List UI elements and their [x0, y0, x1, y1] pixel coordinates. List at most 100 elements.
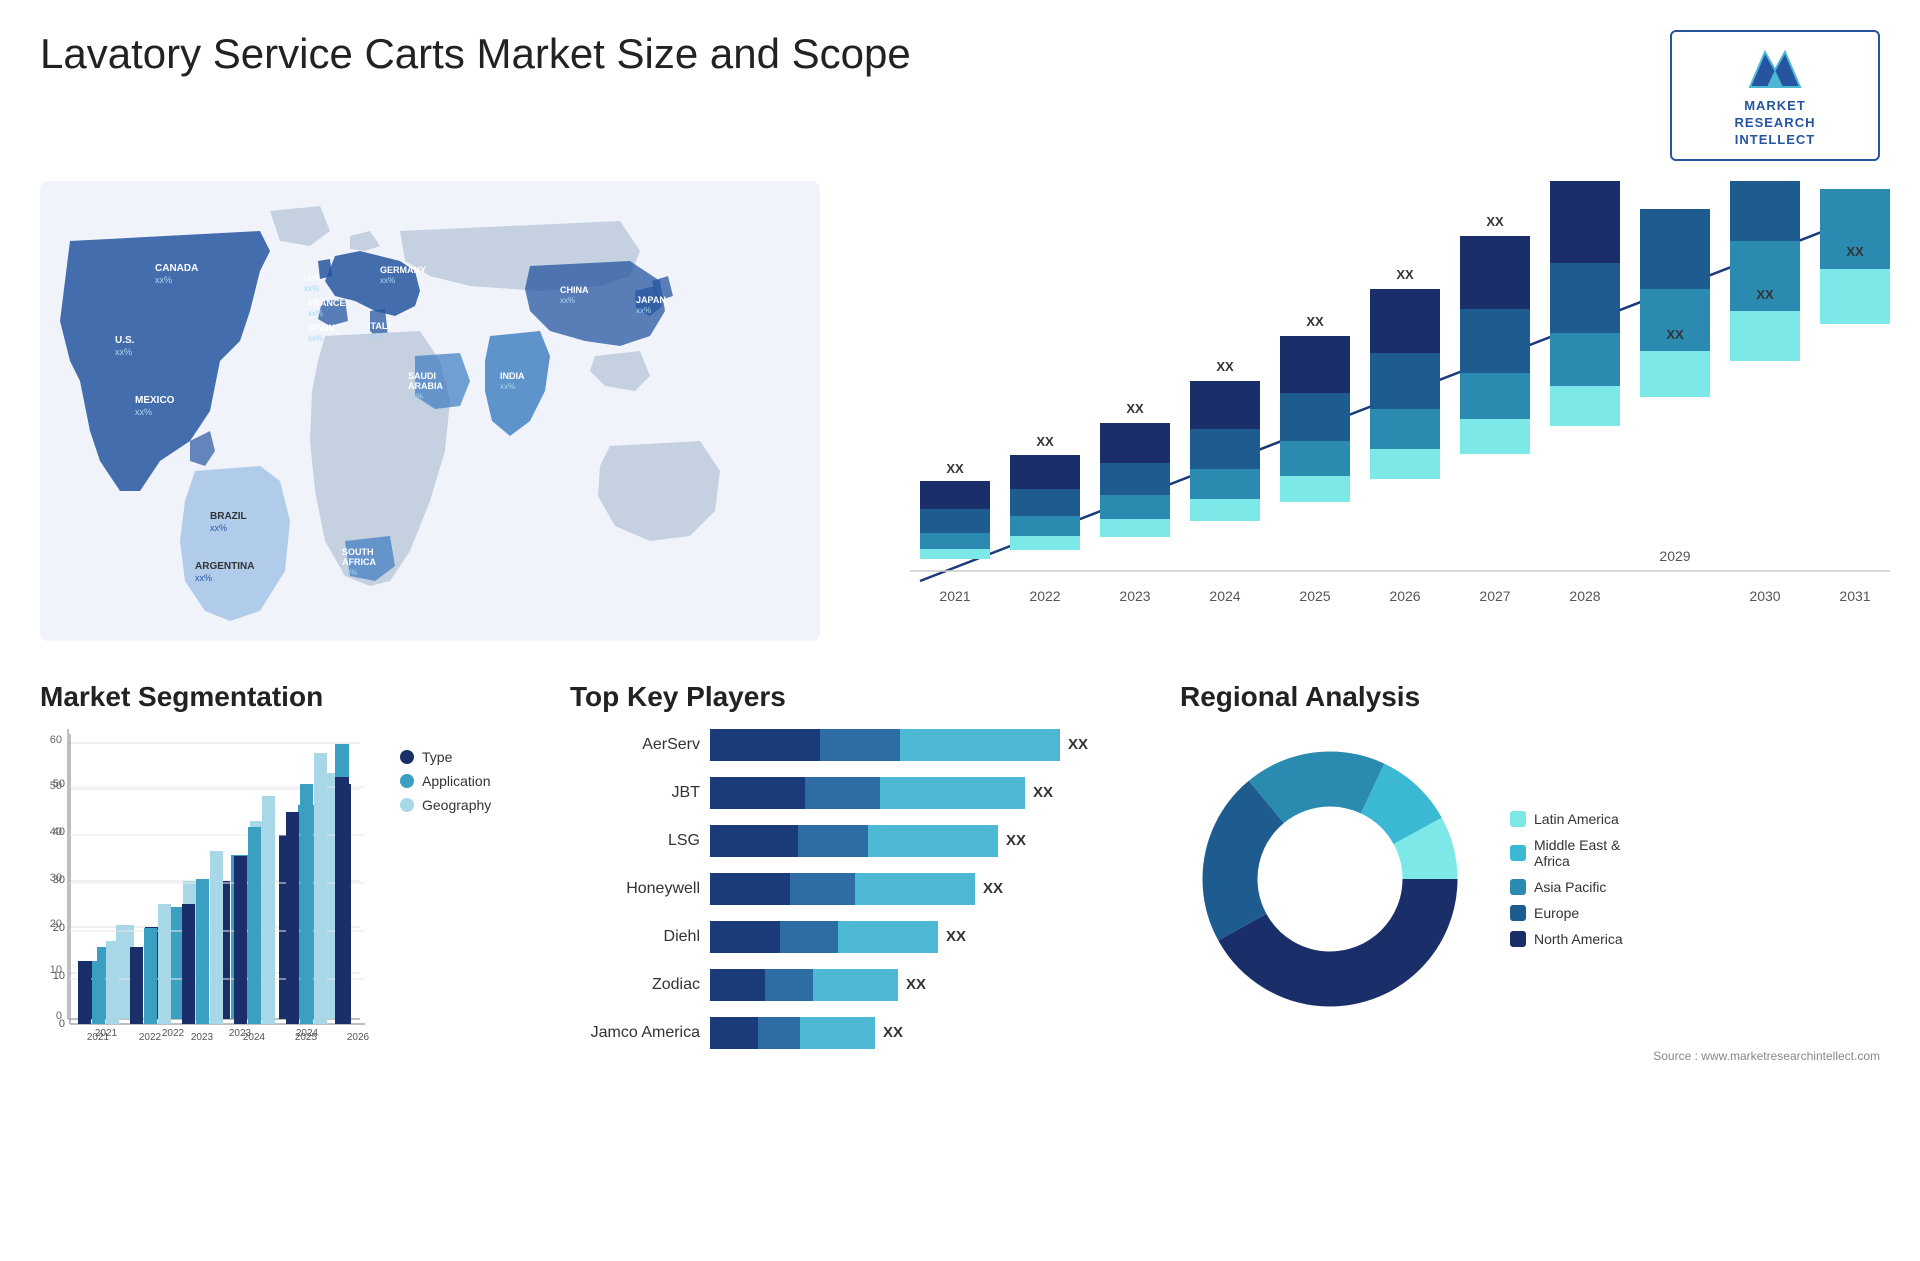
svg-text:ITALY: ITALY	[368, 321, 393, 331]
player-row-jbt: JBT XX	[570, 777, 1150, 809]
donut-chart-svg	[1180, 729, 1480, 1029]
player-bar-diehl: XX	[710, 921, 1150, 953]
seg-chart-svg-overlay: 0 10 20 30 40 50	[40, 729, 370, 1069]
players-section: Top Key Players AerServ XX	[570, 681, 1150, 1241]
svg-text:xx%: xx%	[155, 275, 172, 285]
svg-text:30: 30	[53, 874, 65, 886]
svg-text:2025: 2025	[1299, 588, 1330, 604]
svg-text:10: 10	[53, 970, 65, 982]
world-map-svg: CANADA xx% U.S. xx% MEXICO xx% BRAZIL xx…	[40, 181, 820, 641]
svg-text:50: 50	[53, 778, 65, 790]
svg-text:2021: 2021	[87, 1032, 110, 1043]
seg-legend: Type Application Geography	[400, 729, 491, 1069]
legend-color-latin	[1510, 811, 1526, 827]
bar-diehl	[710, 921, 938, 953]
player-bar-jamco: XX	[710, 1017, 1150, 1049]
svg-text:BRAZIL: BRAZIL	[210, 511, 247, 522]
svg-text:xx%: xx%	[408, 392, 423, 401]
svg-text:XX: XX	[1036, 434, 1054, 449]
player-bar-honeywell: XX	[710, 873, 1150, 905]
legend-label-application: Application	[422, 773, 491, 789]
player-label-jamco: XX	[883, 1024, 903, 1041]
svg-text:xx%: xx%	[210, 523, 227, 533]
player-label-aerserv: XX	[1068, 736, 1088, 753]
donut-container: Latin America Middle East &Africa Asia P…	[1180, 729, 1880, 1029]
bar-seg2	[790, 873, 855, 905]
svg-text:xx%: xx%	[342, 568, 357, 577]
legend-color-asia	[1510, 879, 1526, 895]
bar-seg1	[710, 777, 805, 809]
player-row-lsg: LSG XX	[570, 825, 1150, 857]
svg-text:xx%: xx%	[560, 296, 575, 305]
header: Lavatory Service Carts Market Size and S…	[40, 30, 1880, 161]
player-label-jbt: XX	[1033, 784, 1053, 801]
svg-text:2030: 2030	[1749, 588, 1780, 604]
bar-seg3	[855, 873, 975, 905]
player-row-aerserv: AerServ XX	[570, 729, 1150, 761]
svg-text:xx%: xx%	[500, 382, 515, 391]
svg-text:MEXICO: MEXICO	[135, 395, 175, 406]
svg-text:ARABIA: ARABIA	[408, 381, 443, 391]
svg-text:xx%: xx%	[304, 284, 319, 293]
bar-lsg	[710, 825, 998, 857]
legend-label-geography: Geography	[422, 797, 491, 813]
svg-text:XX: XX	[1396, 267, 1414, 282]
player-label-zodiac: XX	[906, 976, 926, 993]
legend-item-north-america: North America	[1510, 931, 1623, 947]
seg-chart-wrap: 0 10 20 30 40 50 60	[40, 729, 370, 1069]
svg-text:ARGENTINA: ARGENTINA	[195, 561, 254, 572]
svg-text:xx%: xx%	[135, 407, 152, 417]
svg-text:GERMANY: GERMANY	[380, 265, 426, 275]
legend-dot-application	[400, 774, 414, 788]
svg-text:XX: XX	[1216, 359, 1234, 374]
legend-label-asia: Asia Pacific	[1534, 879, 1606, 895]
svg-text:CHINA: CHINA	[560, 285, 589, 295]
bar-seg1	[710, 825, 798, 857]
svg-text:40: 40	[53, 826, 65, 838]
bar-jbt	[710, 777, 1025, 809]
svg-text:XX: XX	[1756, 287, 1774, 302]
svg-text:INDIA: INDIA	[500, 371, 525, 381]
svg-text:2022: 2022	[139, 1032, 162, 1043]
player-bar-zodiac: XX	[710, 969, 1150, 1001]
growth-chart-section: XX 2021 XX 2022 XX 2023	[850, 181, 1890, 661]
legend-dot-type	[400, 750, 414, 764]
legend-item-middle-east: Middle East &Africa	[1510, 837, 1623, 869]
legend-label-europe: Europe	[1534, 905, 1579, 921]
player-name-aerserv: AerServ	[570, 736, 700, 754]
top-row: CANADA xx% U.S. xx% MEXICO xx% BRAZIL xx…	[40, 181, 1880, 661]
svg-text:2031: 2031	[1839, 588, 1870, 604]
player-name-honeywell: Honeywell	[570, 880, 700, 898]
players-title: Top Key Players	[570, 681, 1150, 713]
logo-box: MARKET RESEARCH INTELLECT	[1670, 30, 1880, 161]
source-text: Source : www.marketresearchintellect.com	[1180, 1049, 1880, 1063]
segmentation-title: Market Segmentation	[40, 681, 540, 713]
bar-seg3	[900, 729, 1060, 761]
svg-text:XX: XX	[1126, 401, 1144, 416]
bar-zodiac	[710, 969, 898, 1001]
page-title: Lavatory Service Carts Market Size and S…	[40, 30, 911, 78]
bar-seg2	[805, 777, 880, 809]
legend-color-north-america	[1510, 931, 1526, 947]
bar-seg1	[710, 1017, 758, 1049]
svg-text:AFRICA: AFRICA	[342, 557, 376, 567]
page-wrapper: Lavatory Service Carts Market Size and S…	[0, 0, 1920, 1261]
player-row-honeywell: Honeywell XX	[570, 873, 1150, 905]
svg-text:2024: 2024	[1209, 588, 1240, 604]
svg-text:2024: 2024	[243, 1032, 266, 1043]
donut-legend: Latin America Middle East &Africa Asia P…	[1510, 811, 1623, 947]
player-name-lsg: LSG	[570, 832, 700, 850]
svg-text:XX: XX	[1486, 214, 1504, 229]
bar-honeywell	[710, 873, 975, 905]
player-bar-aerserv: XX	[710, 729, 1150, 761]
svg-text:JAPAN: JAPAN	[636, 295, 666, 305]
svg-text:0: 0	[59, 1018, 65, 1030]
legend-label-north-america: North America	[1534, 931, 1623, 947]
svg-text:xx%: xx%	[368, 332, 383, 341]
regional-title: Regional Analysis	[1180, 681, 1880, 713]
bar-seg2	[820, 729, 900, 761]
segmentation-inner: 0 10 20 30 40 50 60	[40, 729, 540, 1069]
segmentation-section: Market Segmentation 0 10 20 30 40 50 60	[40, 681, 540, 1241]
legend-item-type: Type	[400, 749, 491, 765]
svg-text:XX: XX	[1846, 244, 1864, 259]
